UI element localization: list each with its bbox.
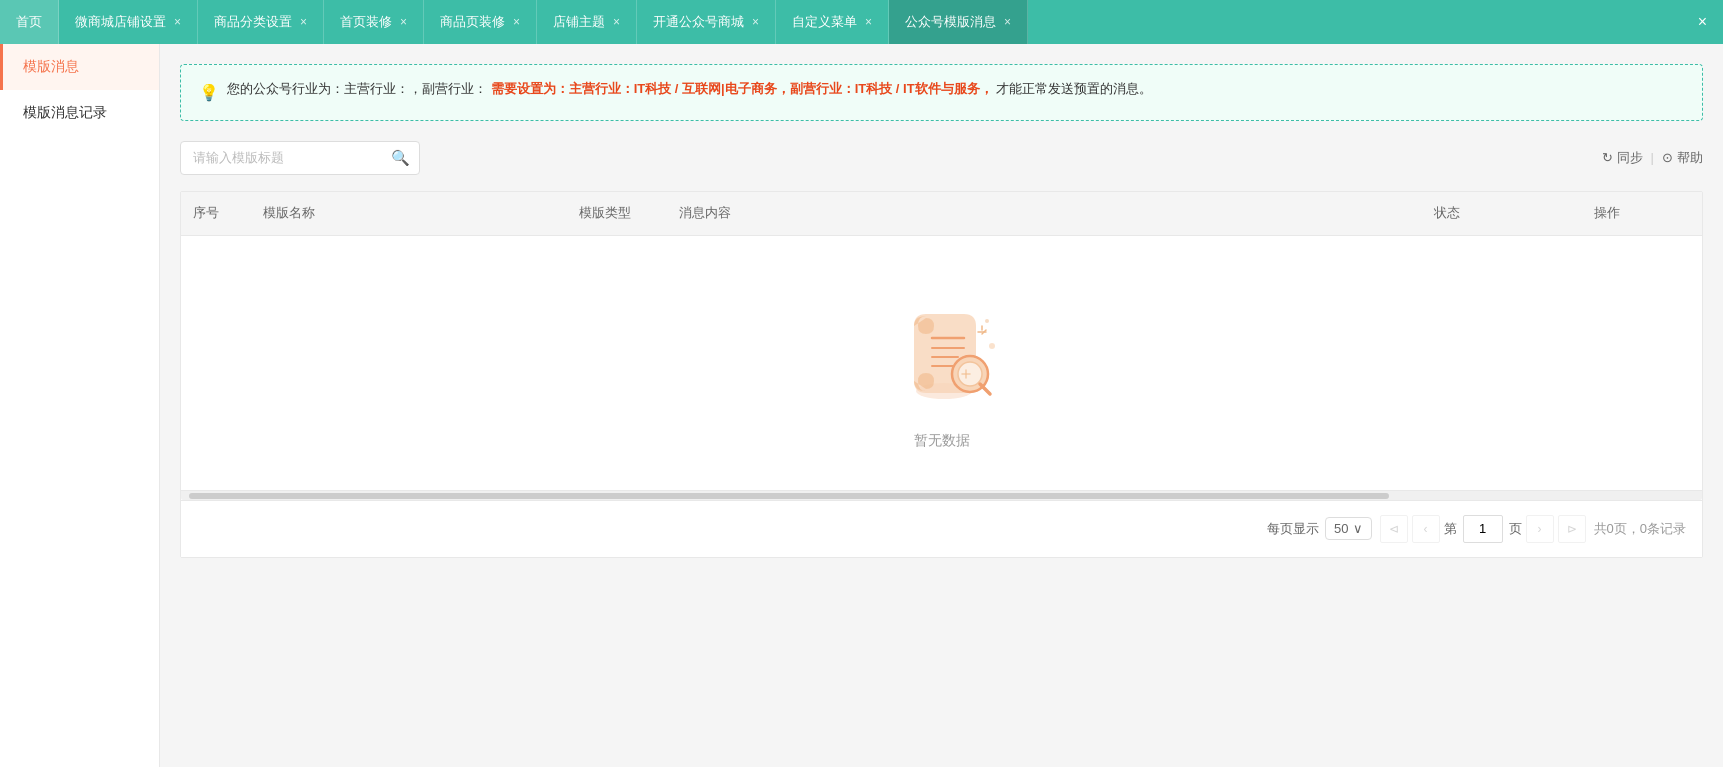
nav-tab-product-category-label: 商品分类设置 — [214, 13, 292, 31]
nav-tab-product-decor[interactable]: 商品页装修 × — [424, 0, 537, 44]
total-info: 共0页，0条记录 — [1594, 520, 1686, 538]
data-table: 序号 模版名称 模版类型 消息内容 状态 操作 — [180, 191, 1703, 558]
prev-page-button[interactable]: ‹ — [1412, 515, 1440, 543]
content-area: 💡 您的公众号行业为：主营行业：，副营行业： 需要设置为：主营行业：IT科技 /… — [160, 44, 1723, 767]
per-page-label: 每页显示 — [1267, 520, 1319, 538]
th-type: 模版类型 — [567, 204, 667, 222]
th-no: 序号 — [181, 204, 251, 222]
close-template-msg-icon[interactable]: × — [1004, 15, 1011, 29]
search-bar: 🔍 ↻ 同步 | ⊙ 帮助 — [180, 141, 1703, 175]
sidebar: 模版消息 模版消息记录 — [0, 44, 160, 767]
close-product-category-icon[interactable]: × — [300, 15, 307, 29]
close-home-decor-icon[interactable]: × — [400, 15, 407, 29]
page-label: 第 — [1444, 520, 1457, 538]
sync-button[interactable]: ↻ 同步 — [1602, 149, 1643, 167]
notice-text2: 才能正常发送预置的消息。 — [996, 81, 1152, 96]
horizontal-scrollbar[interactable] — [181, 490, 1702, 500]
help-icon: ⊙ — [1662, 150, 1673, 165]
nav-tab-open-mall-label: 开通公众号商城 — [653, 13, 744, 31]
search-right: ↻ 同步 | ⊙ 帮助 — [1602, 149, 1703, 167]
nav-tab-product-decor-label: 商品页装修 — [440, 13, 505, 31]
th-name: 模版名称 — [251, 204, 567, 222]
close-open-mall-icon[interactable]: × — [752, 15, 759, 29]
nav-tab-custom-menu[interactable]: 自定义菜单 × — [776, 0, 889, 44]
sync-label: 同步 — [1617, 149, 1643, 167]
page-navigation: ⊲ ‹ 第 页 › ⊳ — [1380, 515, 1586, 543]
empty-text: 暂无数据 — [914, 432, 970, 450]
nav-tab-home-decor[interactable]: 首页装修 × — [324, 0, 424, 44]
notice-text: 您的公众号行业为：主营行业：，副营行业： 需要设置为：主营行业：IT科技 / 互… — [227, 79, 1152, 100]
th-content: 消息内容 — [667, 204, 1422, 222]
svg-point-13 — [989, 343, 995, 349]
nav-tab-store-settings[interactable]: 微商城店铺设置 × — [59, 0, 198, 44]
close-product-decor-icon[interactable]: × — [513, 15, 520, 29]
scroll-thumb[interactable] — [189, 493, 1389, 499]
table-header: 序号 模版名称 模版类型 消息内容 状态 操作 — [181, 192, 1702, 236]
nav-tab-custom-menu-label: 自定义菜单 — [792, 13, 857, 31]
page-input-wrap: 第 页 — [1444, 515, 1522, 543]
nav-tab-home-label: 首页 — [16, 13, 42, 31]
nav-tab-home-decor-label: 首页装修 — [340, 13, 392, 31]
sidebar-item-template-msg-record[interactable]: 模版消息记录 — [0, 90, 159, 136]
svg-point-14 — [985, 319, 989, 323]
nav-tab-open-mall[interactable]: 开通公众号商城 × — [637, 0, 776, 44]
close-all-tabs-button[interactable]: × — [1682, 0, 1723, 44]
close-store-settings-icon[interactable]: × — [174, 15, 181, 29]
close-store-theme-icon[interactable]: × — [613, 15, 620, 29]
search-input[interactable] — [180, 141, 420, 175]
last-page-button[interactable]: ⊳ — [1558, 515, 1586, 543]
sidebar-item-template-msg-record-label: 模版消息记录 — [23, 104, 107, 120]
th-action: 操作 — [1582, 204, 1702, 222]
nav-tab-store-theme-label: 店铺主题 — [553, 13, 605, 31]
sidebar-item-template-msg-label: 模版消息 — [23, 58, 79, 74]
nav-tab-template-msg[interactable]: 公众号模版消息 × — [889, 0, 1028, 44]
sidebar-item-template-msg[interactable]: 模版消息 — [0, 44, 159, 90]
page-unit: 页 — [1509, 520, 1522, 538]
search-input-wrap: 🔍 — [180, 141, 420, 175]
notice-box: 💡 您的公众号行业为：主营行业：，副营行业： 需要设置为：主营行业：IT科技 /… — [180, 64, 1703, 121]
per-page-select: 每页显示 50 ∨ — [1267, 517, 1371, 540]
chevron-down-icon: ∨ — [1353, 521, 1363, 536]
search-left: 🔍 — [180, 141, 420, 175]
th-status: 状态 — [1422, 204, 1582, 222]
page-size-value: 50 — [1334, 521, 1348, 536]
nav-tab-store-settings-label: 微商城店铺设置 — [75, 13, 166, 31]
sync-icon: ↻ — [1602, 150, 1613, 165]
first-page-button[interactable]: ⊲ — [1380, 515, 1408, 543]
help-label: 帮助 — [1677, 149, 1703, 167]
search-icon[interactable]: 🔍 — [391, 149, 410, 167]
nav-tab-home[interactable]: 首页 — [0, 0, 59, 44]
main-layout: 模版消息 模版消息记录 💡 您的公众号行业为：主营行业：，副营行业： 需要设置为… — [0, 44, 1723, 767]
notice-highlight: 需要设置为：主营行业：IT科技 / 互联网|电子商务，副营行业：IT科技 / I… — [491, 81, 993, 96]
notice-text1: 您的公众号行业为：主营行业：，副营行业： — [227, 81, 487, 96]
lightbulb-icon: 💡 — [199, 80, 219, 106]
page-size-dropdown[interactable]: 50 ∨ — [1325, 517, 1371, 540]
top-nav: 首页 微商城店铺设置 × 商品分类设置 × 首页装修 × 商品页装修 × 店铺主… — [0, 0, 1723, 44]
empty-state: 暂无数据 — [181, 236, 1702, 490]
nav-tab-template-msg-label: 公众号模版消息 — [905, 13, 996, 31]
next-page-button[interactable]: › — [1526, 515, 1554, 543]
close-all-icon: × — [1698, 13, 1707, 31]
nav-tab-store-theme[interactable]: 店铺主题 × — [537, 0, 637, 44]
help-button[interactable]: ⊙ 帮助 — [1662, 149, 1703, 167]
divider: | — [1651, 150, 1654, 165]
empty-illustration — [882, 296, 1002, 416]
close-custom-menu-icon[interactable]: × — [865, 15, 872, 29]
page-number-input[interactable] — [1463, 515, 1503, 543]
pagination: 每页显示 50 ∨ ⊲ ‹ 第 页 › ⊳ — [181, 500, 1702, 557]
nav-tab-product-category[interactable]: 商品分类设置 × — [198, 0, 324, 44]
